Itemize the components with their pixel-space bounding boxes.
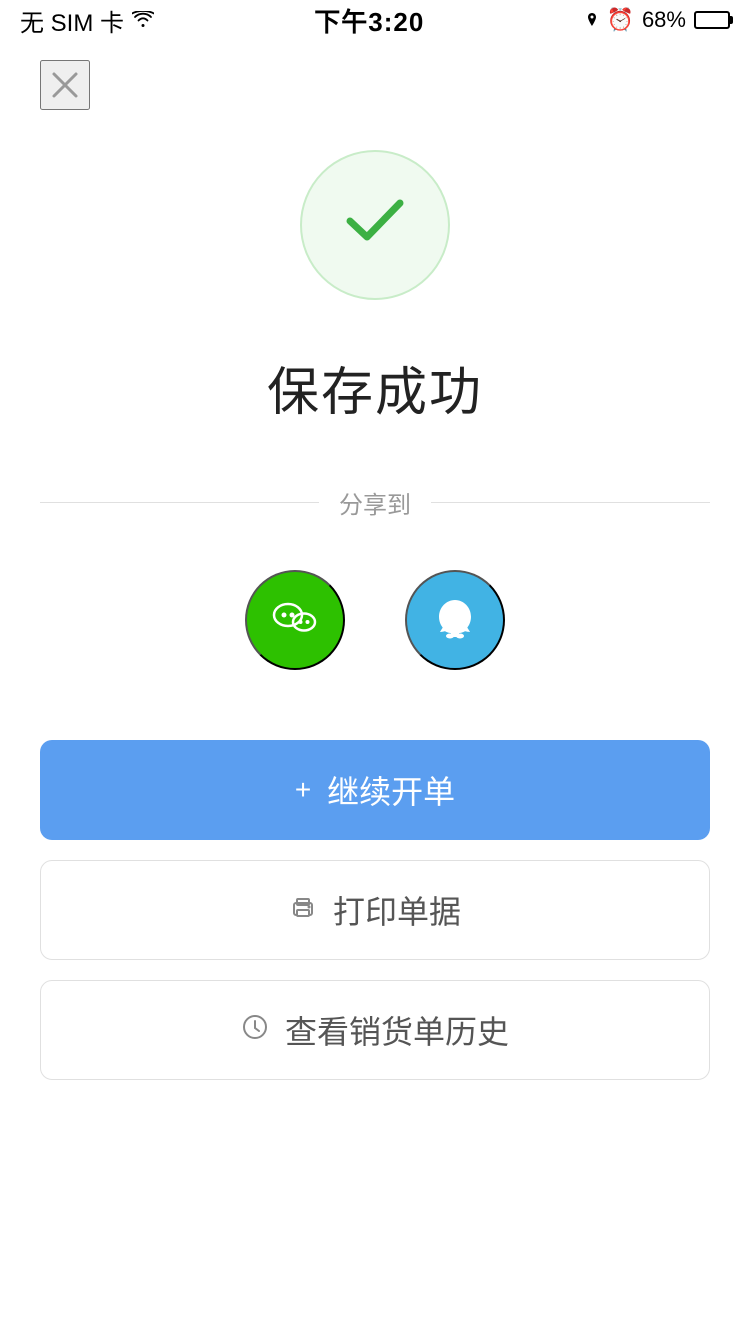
wechat-share-button[interactable] xyxy=(245,570,345,670)
share-divider: 分享到 xyxy=(40,485,710,520)
divider-right xyxy=(431,502,710,503)
close-button[interactable] xyxy=(40,60,90,110)
status-bar: 无 SIM 卡 下午3:20 ⏰ 68% xyxy=(0,0,750,40)
carrier-text: 无 SIM 卡 xyxy=(20,3,124,38)
continue-order-button[interactable]: + 继续开单 xyxy=(40,740,710,840)
print-label: 打印单据 xyxy=(333,887,461,933)
status-left: 无 SIM 卡 xyxy=(20,3,154,38)
share-label: 分享到 xyxy=(339,485,411,520)
action-buttons: + 继续开单 打印单据 查看销货单历史 xyxy=(40,740,710,1080)
checkmark-icon xyxy=(335,179,415,272)
divider-left xyxy=(40,502,319,503)
clock-icon xyxy=(241,1013,269,1048)
location-icon xyxy=(585,7,599,33)
print-icon xyxy=(289,893,317,928)
status-right: ⏰ 68% xyxy=(585,7,730,33)
main-content: 保存成功 分享到 xyxy=(0,40,750,1140)
continue-order-label: 继续开单 xyxy=(327,767,455,813)
success-circle xyxy=(300,150,450,300)
print-button[interactable]: 打印单据 xyxy=(40,860,710,960)
alarm-icon: ⏰ xyxy=(607,7,634,33)
plus-icon: + xyxy=(295,774,311,806)
history-button[interactable]: 查看销货单历史 xyxy=(40,980,710,1080)
qq-share-button[interactable] xyxy=(405,570,505,670)
share-icons-row xyxy=(245,570,505,670)
battery-icon xyxy=(694,11,730,29)
history-label: 查看销货单历史 xyxy=(285,1007,509,1053)
battery-percent: 68% xyxy=(642,7,686,33)
success-title: 保存成功 xyxy=(267,350,483,425)
status-time: 下午3:20 xyxy=(314,2,424,39)
wifi-icon xyxy=(132,7,154,33)
